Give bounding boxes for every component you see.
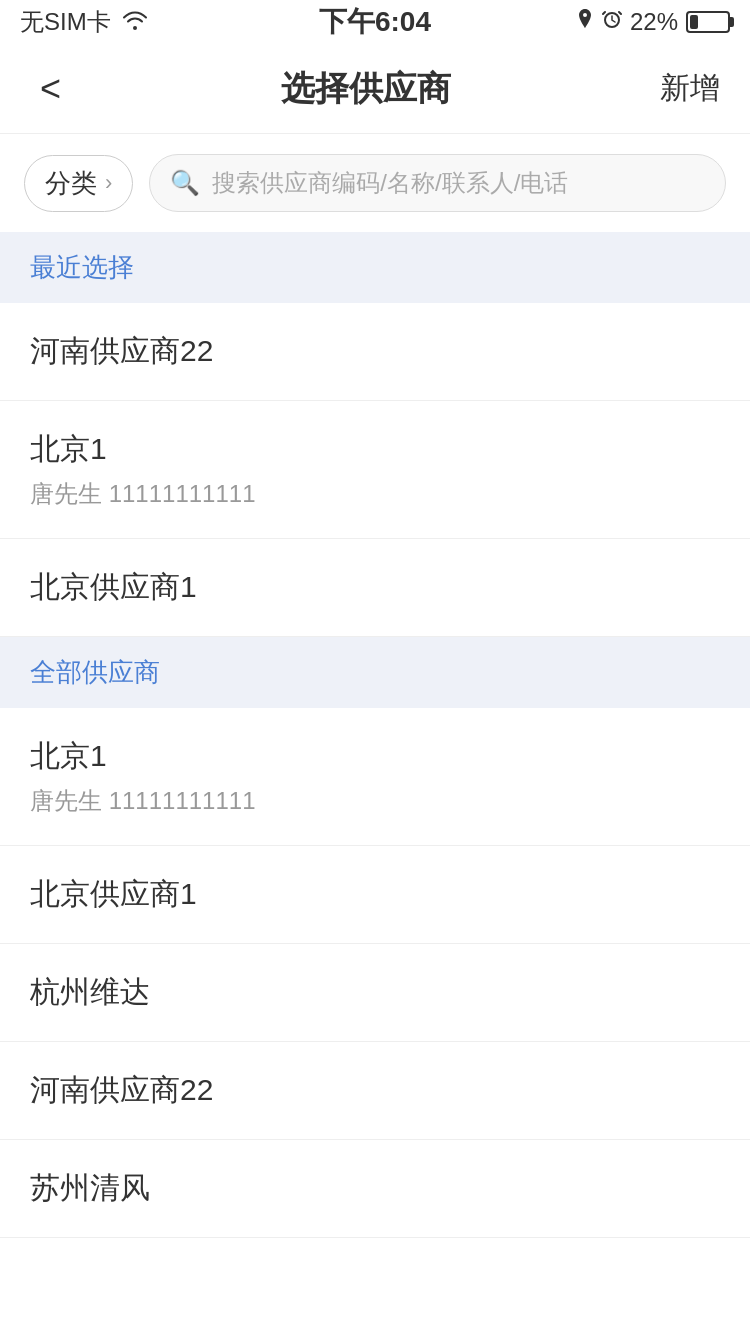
- item-name: 苏州清风: [30, 1168, 720, 1209]
- battery-icon: [686, 11, 730, 33]
- item-sub: 唐先生 11111111111: [30, 785, 720, 817]
- status-left: 无SIM卡: [20, 6, 149, 38]
- carrier-label: 无SIM卡: [20, 6, 111, 38]
- item-name: 河南供应商22: [30, 331, 720, 372]
- item-name: 北京1: [30, 429, 720, 470]
- list-item[interactable]: 河南供应商22: [0, 303, 750, 401]
- page-title: 选择供应商: [281, 66, 451, 112]
- status-bar: 无SIM卡 下午6:04 22%: [0, 0, 750, 44]
- wifi-icon: [121, 8, 149, 36]
- add-button[interactable]: 新增: [660, 68, 720, 109]
- list-item[interactable]: 北京供应商1: [0, 539, 750, 637]
- search-box[interactable]: 🔍 搜索供应商编码/名称/联系人/电话: [149, 154, 726, 212]
- status-right: 22%: [576, 8, 730, 36]
- search-placeholder: 搜索供应商编码/名称/联系人/电话: [212, 167, 568, 199]
- item-name: 河南供应商22: [30, 1070, 720, 1111]
- search-icon: 🔍: [170, 169, 200, 197]
- list-item[interactable]: 河南供应商22: [0, 1042, 750, 1140]
- recent-section-label: 最近选择: [30, 252, 134, 282]
- back-button[interactable]: <: [30, 58, 71, 120]
- category-button[interactable]: 分类 ›: [24, 155, 133, 212]
- recent-section-header: 最近选择: [0, 232, 750, 303]
- battery-percentage: 22%: [630, 8, 678, 36]
- item-sub: 唐先生 11111111111: [30, 478, 720, 510]
- recent-items-list: 河南供应商22 北京1 唐先生 11111111111 北京供应商1: [0, 303, 750, 637]
- item-name: 北京1: [30, 736, 720, 777]
- all-items-list: 北京1 唐先生 11111111111 北京供应商1 杭州维达 河南供应商22 …: [0, 708, 750, 1238]
- alarm-icon: [602, 8, 622, 36]
- all-section-header: 全部供应商: [0, 637, 750, 708]
- list-item[interactable]: 苏州清风: [0, 1140, 750, 1238]
- filter-bar: 分类 › 🔍 搜索供应商编码/名称/联系人/电话: [0, 134, 750, 232]
- category-label: 分类: [45, 166, 97, 201]
- list-item[interactable]: 杭州维达: [0, 944, 750, 1042]
- list-item[interactable]: 北京1 唐先生 11111111111: [0, 401, 750, 539]
- list-item[interactable]: 北京供应商1: [0, 846, 750, 944]
- location-icon: [576, 8, 594, 36]
- item-name: 杭州维达: [30, 972, 720, 1013]
- nav-bar: < 选择供应商 新增: [0, 44, 750, 134]
- item-name: 北京供应商1: [30, 874, 720, 915]
- status-time: 下午6:04: [319, 3, 431, 41]
- chevron-right-icon: ›: [105, 170, 112, 196]
- all-section-label: 全部供应商: [30, 657, 160, 687]
- list-item[interactable]: 北京1 唐先生 11111111111: [0, 708, 750, 846]
- item-name: 北京供应商1: [30, 567, 720, 608]
